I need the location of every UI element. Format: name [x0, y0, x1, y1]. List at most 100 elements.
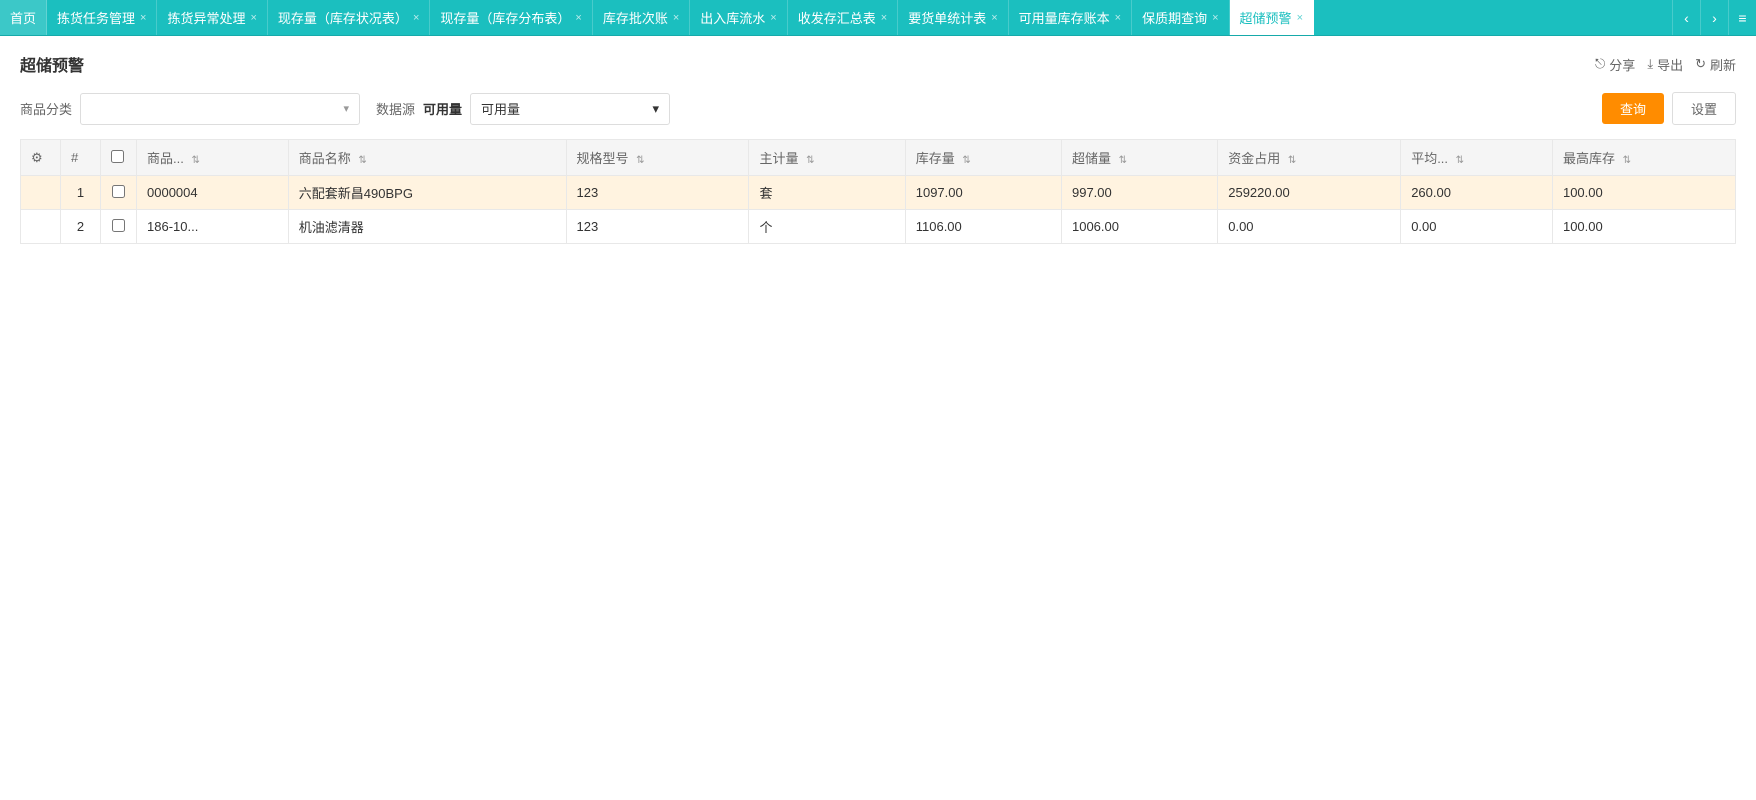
row-product-code: 0000004: [137, 176, 289, 210]
row-settings-cell: [21, 176, 61, 210]
data-table: ⚙ # 商品... ⇅ 商品名称 ⇅ 规格型号: [20, 139, 1736, 244]
sort-icon: ⇅: [358, 155, 366, 166]
row-capital: 259220.00: [1218, 176, 1401, 210]
col-product-name[interactable]: 商品名称 ⇅: [288, 140, 566, 176]
nav-tab-quality[interactable]: 保质期查询 ×: [1132, 0, 1229, 36]
nav-tab-overstock[interactable]: 超储预警 ×: [1230, 0, 1314, 36]
datasource-filter: 数据源 可用量 可用量 ▾: [376, 93, 670, 125]
nav-tab-order-stats[interactable]: 要货单统计表 ×: [898, 0, 1008, 36]
row-check-cell[interactable]: [101, 176, 137, 210]
settings-button[interactable]: 设置: [1672, 92, 1736, 125]
top-nav: 首页 拣货任务管理 × 拣货异常处理 × 现存量（库存状况表） × 现存量（库存…: [0, 0, 1756, 36]
row-checkbox[interactable]: [112, 185, 125, 198]
col-capital[interactable]: 资金占用 ⇅: [1218, 140, 1401, 176]
nav-tab-stock-dist[interactable]: 现存量（库存分布表） ×: [430, 0, 592, 36]
refresh-button[interactable]: ↻ 刷新: [1695, 55, 1736, 74]
col-unit[interactable]: 主计量 ⇅: [749, 140, 905, 176]
share-icon: ⎋: [1595, 56, 1605, 72]
page-header: 超储预警 ⎋ 分享 ⤓ 导出 ↻ 刷新: [20, 52, 1736, 76]
row-max-stock: 100.00: [1552, 210, 1735, 244]
sort-icon: ⇅: [1456, 155, 1464, 166]
share-button[interactable]: ⎋ 分享: [1595, 55, 1635, 74]
table-header-row: ⚙ # 商品... ⇅ 商品名称 ⇅ 规格型号: [21, 140, 1736, 176]
close-icon[interactable]: ×: [413, 12, 419, 24]
close-icon[interactable]: ×: [575, 12, 581, 24]
sort-icon: ⇅: [806, 155, 814, 166]
col-spec[interactable]: 规格型号 ⇅: [566, 140, 749, 176]
settings-icon: ⚙: [31, 150, 43, 165]
nav-tab-abnormal[interactable]: 拣货异常处理 ×: [157, 0, 267, 36]
filter-area: 商品分类 ▾ 数据源 可用量 可用量 ▾ 查询 设置: [20, 92, 1736, 125]
sort-icon: ⇅: [962, 155, 970, 166]
nav-tab-home[interactable]: 首页: [0, 0, 47, 36]
col-avg[interactable]: 平均... ⇅: [1401, 140, 1553, 176]
nav-arrow-menu[interactable]: ≡: [1728, 0, 1756, 36]
datasource-select[interactable]: 可用量 ▾: [470, 93, 670, 125]
row-overstock-qty: 997.00: [1061, 176, 1217, 210]
page-content: 超储预警 ⎋ 分享 ⤓ 导出 ↻ 刷新 商品分类: [0, 36, 1756, 800]
table-row: 2 186-10... 机油滤清器 123 个 1106.00 1006.00 …: [21, 210, 1736, 244]
filter-right-group: 查询 设置: [1602, 92, 1736, 125]
chevron-down-icon: ▾: [653, 101, 660, 117]
row-stock-qty: 1097.00: [905, 176, 1061, 210]
row-spec: 123: [566, 210, 749, 244]
export-button[interactable]: ⤓ 导出: [1647, 55, 1683, 74]
close-icon[interactable]: ×: [991, 12, 997, 24]
sort-icon: ⇅: [1623, 155, 1631, 166]
col-product-code[interactable]: 商品... ⇅: [137, 140, 289, 176]
row-overstock-qty: 1006.00: [1061, 210, 1217, 244]
row-stock-qty: 1106.00: [905, 210, 1061, 244]
row-product-name: 机油滤清器: [288, 210, 566, 244]
close-icon[interactable]: ×: [1212, 12, 1218, 24]
datasource-label: 数据源: [376, 99, 415, 118]
row-checkbox[interactable]: [112, 219, 125, 232]
row-product-code: 186-10...: [137, 210, 289, 244]
nav-tab-collect[interactable]: 收发存汇总表 ×: [788, 0, 898, 36]
row-check-cell[interactable]: [101, 210, 137, 244]
close-icon[interactable]: ×: [673, 12, 679, 24]
nav-tab-available[interactable]: 可用量库存账本 ×: [1009, 0, 1132, 36]
refresh-icon: ↻: [1695, 56, 1706, 72]
nav-tab-batch[interactable]: 库存批次账 ×: [593, 0, 690, 36]
nav-tab-inout[interactable]: 出入库流水 ×: [690, 0, 787, 36]
sort-icon: ⇅: [1288, 155, 1296, 166]
close-icon[interactable]: ×: [140, 12, 146, 24]
sort-icon: ⇅: [191, 155, 199, 166]
close-icon[interactable]: ×: [881, 12, 887, 24]
nav-tab-task-mgmt[interactable]: 拣货任务管理 ×: [47, 0, 157, 36]
select-all-checkbox[interactable]: [111, 150, 124, 163]
nav-tab-stock-status[interactable]: 现存量（库存状况表） ×: [268, 0, 430, 36]
row-avg: 0.00: [1401, 210, 1553, 244]
col-max-stock[interactable]: 最高库存 ⇅: [1552, 140, 1735, 176]
close-icon[interactable]: ×: [770, 12, 776, 24]
row-num-cell: 1: [61, 176, 101, 210]
nav-arrow-right[interactable]: ›: [1700, 0, 1728, 36]
category-label: 商品分类: [20, 99, 72, 118]
col-overstock-qty[interactable]: 超储量 ⇅: [1061, 140, 1217, 176]
col-stock-qty[interactable]: 库存量 ⇅: [905, 140, 1061, 176]
col-num: #: [61, 140, 101, 176]
header-actions: ⎋ 分享 ⤓ 导出 ↻ 刷新: [1595, 55, 1736, 74]
row-capital: 0.00: [1218, 210, 1401, 244]
sort-icon: ⇅: [1119, 155, 1127, 166]
row-product-name: 六配套新昌490BPG: [288, 176, 566, 210]
nav-arrow-left[interactable]: ‹: [1672, 0, 1700, 36]
col-check[interactable]: [101, 140, 137, 176]
export-icon: ⤓: [1647, 56, 1653, 72]
close-icon[interactable]: ×: [250, 12, 256, 24]
close-icon[interactable]: ×: [1297, 12, 1303, 24]
row-max-stock: 100.00: [1552, 176, 1735, 210]
row-spec: 123: [566, 176, 749, 210]
category-filter: 商品分类 ▾: [20, 93, 360, 125]
query-button[interactable]: 查询: [1602, 93, 1664, 124]
close-icon[interactable]: ×: [1115, 12, 1121, 24]
category-select[interactable]: ▾: [80, 93, 360, 125]
row-num-cell: 2: [61, 210, 101, 244]
nav-arrows: ‹ › ≡: [1672, 0, 1756, 36]
filter-left-group: 商品分类 ▾ 数据源 可用量 可用量 ▾: [20, 93, 670, 125]
row-unit: 套: [749, 176, 905, 210]
col-settings[interactable]: ⚙: [21, 140, 61, 176]
sort-icon: ⇅: [636, 155, 644, 166]
row-avg: 260.00: [1401, 176, 1553, 210]
datasource-select-value: 可用量: [481, 99, 520, 118]
